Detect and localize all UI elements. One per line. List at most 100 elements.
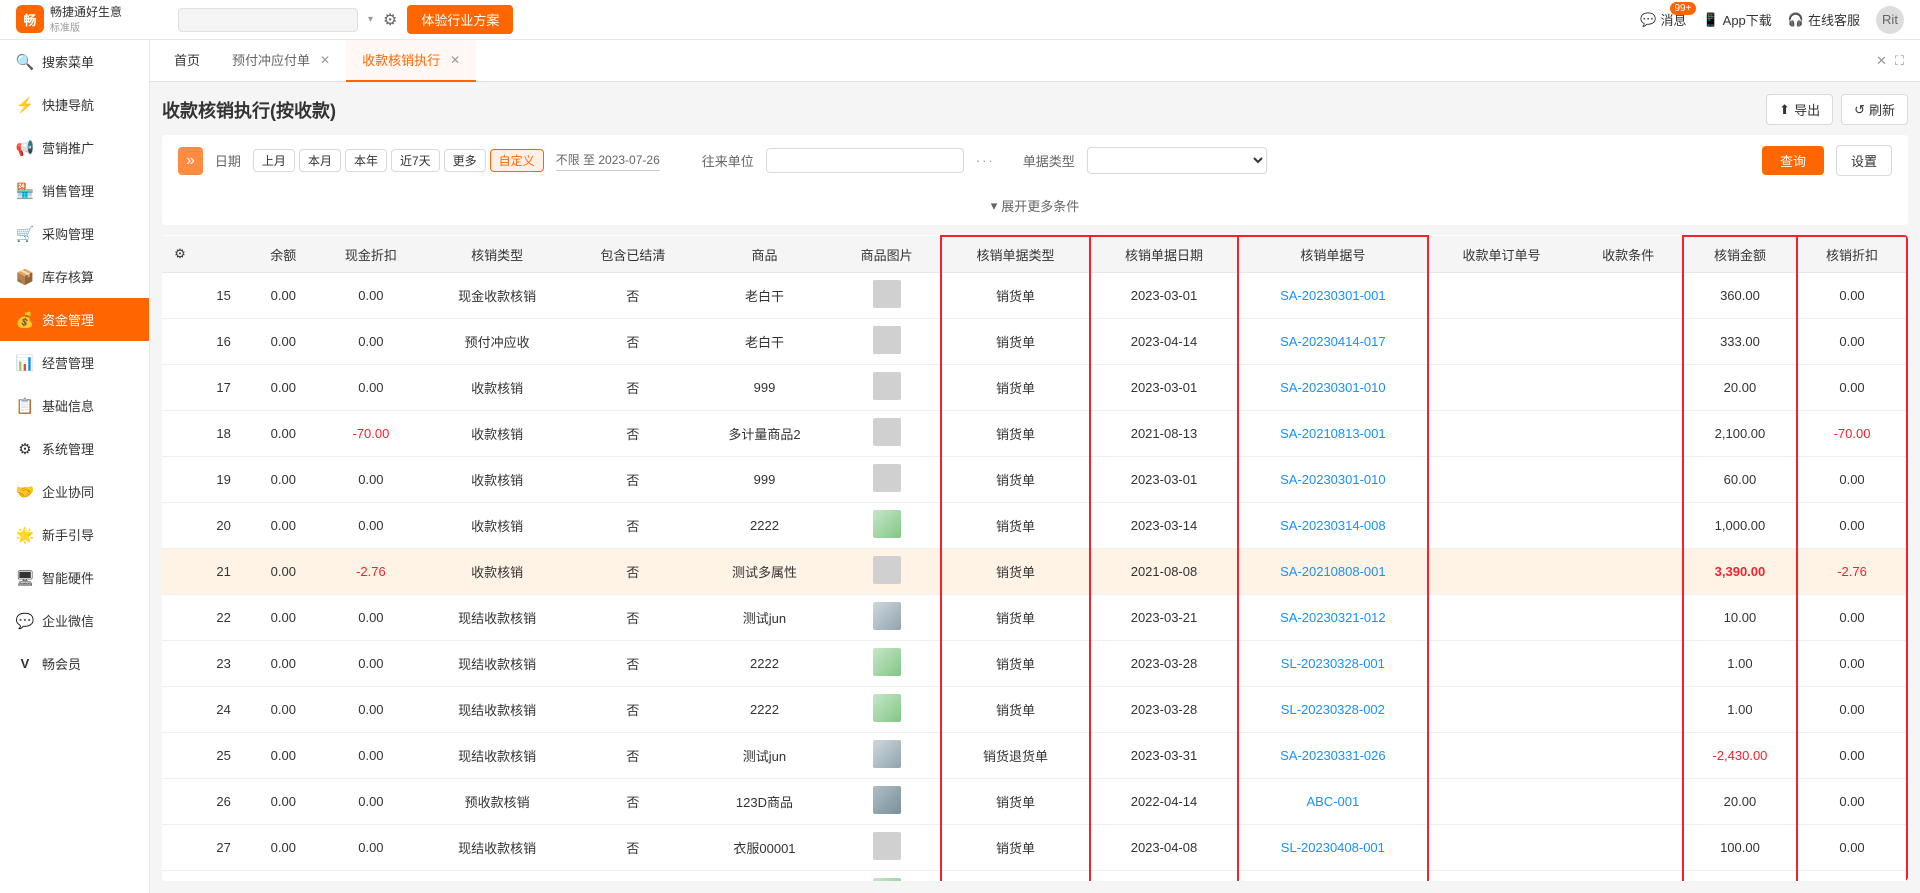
industry-solution-button[interactable]: 体验行业方案 [407,5,513,34]
sidebar-item-guide[interactable]: 🌟 新手引导 [0,513,149,556]
sidebar-item-biz[interactable]: 📊 经营管理 [0,341,149,384]
col-header-voucher-type: 核销单据类型 [941,236,1089,273]
cell-voucher-no[interactable]: SA-20230301-001 [1238,273,1427,319]
notification-item[interactable]: 💬 消息 99+ [1640,10,1686,29]
maximize-window-icon[interactable]: ⛶ [1895,53,1904,69]
cell-receipt-terms [1574,319,1682,365]
table-row: 16 0.00 0.00 预付冲应收 否 老白干 销货单 2023-04-14 … [162,319,1907,365]
main-layout: 🔍 搜索菜单 ⚡ 快捷导航 📢 营销推广 🏪 销售管理 🛒 采购管理 📦 库存核… [0,40,1920,893]
marketing-icon: 📢 [16,139,34,157]
cell-seq: 20 [198,503,249,549]
sidebar-item-corp[interactable]: 🤝 企业协同 [0,470,149,513]
cell-settings [162,319,198,365]
refresh-icon: ↺ [1854,102,1865,118]
user-avatar[interactable]: Rit [1876,6,1904,34]
filter-expand-toggle[interactable]: » [178,147,203,175]
cell-voucher-date: 2023-03-28 [1090,687,1238,733]
settings-gear-icon[interactable]: ⚙ [383,10,397,30]
cell-writeoff-amount: 20.00 [1683,779,1797,825]
cell-receipt-terms [1574,595,1682,641]
cell-cash-discount: 0.00 [317,871,424,882]
counterparty-input[interactable] [766,148,964,173]
tab-prepay[interactable]: 预付冲应付单 ✕ [216,40,346,82]
cell-goods-img [833,549,941,595]
cell-writeoff-discount: -70.00 [1797,411,1907,457]
table-row: 23 0.00 0.00 现结收款核销 否 2222 销货单 2023-03-2… [162,641,1907,687]
cell-voucher-no[interactable]: SA-20230301-010 [1238,457,1427,503]
table-row: 18 0.00 -70.00 收款核销 否 多计量商品2 销货单 2021-08… [162,411,1907,457]
cell-voucher-no[interactable]: SL-20230328-002 [1238,687,1427,733]
col-header-seq [198,236,249,273]
cell-voucher-no[interactable]: SL-20230408-001 [1238,825,1427,871]
sidebar-item-sales[interactable]: 🏪 销售管理 [0,169,149,212]
voucher-type-select[interactable] [1087,147,1267,174]
top-search-input[interactable] [178,8,358,32]
cell-writeoff-discount: 0.00 [1797,365,1907,411]
writeoff-tab-close[interactable]: ✕ [450,53,460,67]
top-bar-right: 💬 消息 99+ 📱 App下载 🎧 在线客服 Rit [1640,6,1904,34]
cell-voucher-no[interactable]: ABC-001 [1238,779,1427,825]
tab-writeoff[interactable]: 收款核销执行 ✕ [346,40,476,82]
cell-voucher-no[interactable]: SA-20210808-001 [1238,549,1427,595]
refresh-button[interactable]: ↺ 刷新 [1841,94,1908,125]
cell-receipt-order-no [1428,365,1575,411]
col-header-balance: 余额 [249,236,317,273]
date-btn-this-month[interactable]: 本月 [299,149,341,172]
table-row: 28 0.00 0.00 现结收款核销 否 2222 销货单 2023-04-1… [162,871,1907,882]
expand-conditions-btn[interactable]: ▾ 展开更多条件 [991,196,1080,215]
cell-settings [162,503,198,549]
cell-voucher-no[interactable]: SA-20230321-012 [1238,595,1427,641]
cell-voucher-no[interactable]: SA-20230331-026 [1238,733,1427,779]
sidebar-item-system[interactable]: ⚙ 系统管理 [0,427,149,470]
logo-area: 畅 畅捷通好生意 标准版 [16,5,166,34]
date-btn-7days[interactable]: 近7天 [391,149,440,172]
online-service-item[interactable]: 🎧 在线客服 [1788,10,1860,29]
cell-goods-img [833,319,941,365]
sidebar-item-member[interactable]: V 畅会员 [0,642,149,685]
sidebar-item-nav[interactable]: ⚡ 快捷导航 [0,83,149,126]
cell-goods: 测试多属性 [696,549,833,595]
cell-receipt-terms [1574,503,1682,549]
cell-goods: 999 [696,457,833,503]
table-row: 15 0.00 0.00 现金收款核销 否 老白干 销货单 2023-03-01… [162,273,1907,319]
cell-voucher-no[interactable]: SA-20230301-010 [1238,365,1427,411]
filter-settings-button[interactable]: 设置 [1836,145,1892,176]
expand-row: ▾ 展开更多条件 [178,196,1892,215]
date-btn-custom[interactable]: 自定义 [490,149,544,172]
online-service-label: 在线客服 [1808,10,1860,29]
search-button[interactable]: 查询 [1762,146,1824,175]
cell-voucher-no[interactable]: SL-20230328-001 [1238,641,1427,687]
sidebar-item-marketing[interactable]: 📢 营销推广 [0,126,149,169]
col-header-goods: 商品 [696,236,833,273]
sidebar-item-inventory[interactable]: 📦 库存核算 [0,255,149,298]
close-window-icon[interactable]: ✕ [1876,53,1887,69]
cell-include-settled: 否 [570,871,696,882]
app-download-item[interactable]: 📱 App下载 [1702,10,1771,29]
cell-voucher-no[interactable]: SA-20230314-008 [1238,503,1427,549]
sidebar-item-wechat[interactable]: 💬 企业微信 [0,599,149,642]
cell-writeoff-type: 现金收款核销 [424,273,569,319]
tab-home[interactable]: 首页 [158,40,216,82]
cell-voucher-no[interactable]: SL-20230418-001 [1238,871,1427,882]
sidebar-item-finance[interactable]: 💰 资金管理 [0,298,149,341]
cell-voucher-no[interactable]: SA-20230414-017 [1238,319,1427,365]
date-btn-more[interactable]: 更多 [444,149,486,172]
cell-receipt-terms [1574,687,1682,733]
date-btn-this-year[interactable]: 本年 [345,149,387,172]
table-row: 26 0.00 0.00 预收款核销 否 123D商品 销货单 2022-04-… [162,779,1907,825]
cell-cash-discount: 0.00 [317,687,424,733]
date-btn-last-month[interactable]: 上月 [253,149,295,172]
cell-receipt-order-no [1428,871,1575,882]
sidebar-item-search[interactable]: 🔍 搜索菜单 [0,40,149,83]
export-button[interactable]: ⬆ 导出 [1766,94,1833,125]
cell-include-settled: 否 [570,641,696,687]
search-dropdown-arrow[interactable]: ▾ [368,14,373,25]
col-header-settings[interactable]: ⚙ [162,236,198,273]
prepay-tab-close[interactable]: ✕ [320,53,330,67]
sidebar-item-purchase[interactable]: 🛒 采购管理 [0,212,149,255]
cell-seq: 19 [198,457,249,503]
sidebar-item-hardware[interactable]: 🖥 智能硬件 [0,556,149,599]
sidebar-item-basic[interactable]: 📋 基础信息 [0,384,149,427]
cell-writeoff-discount: 0.00 [1797,503,1907,549]
cell-voucher-no[interactable]: SA-20210813-001 [1238,411,1427,457]
